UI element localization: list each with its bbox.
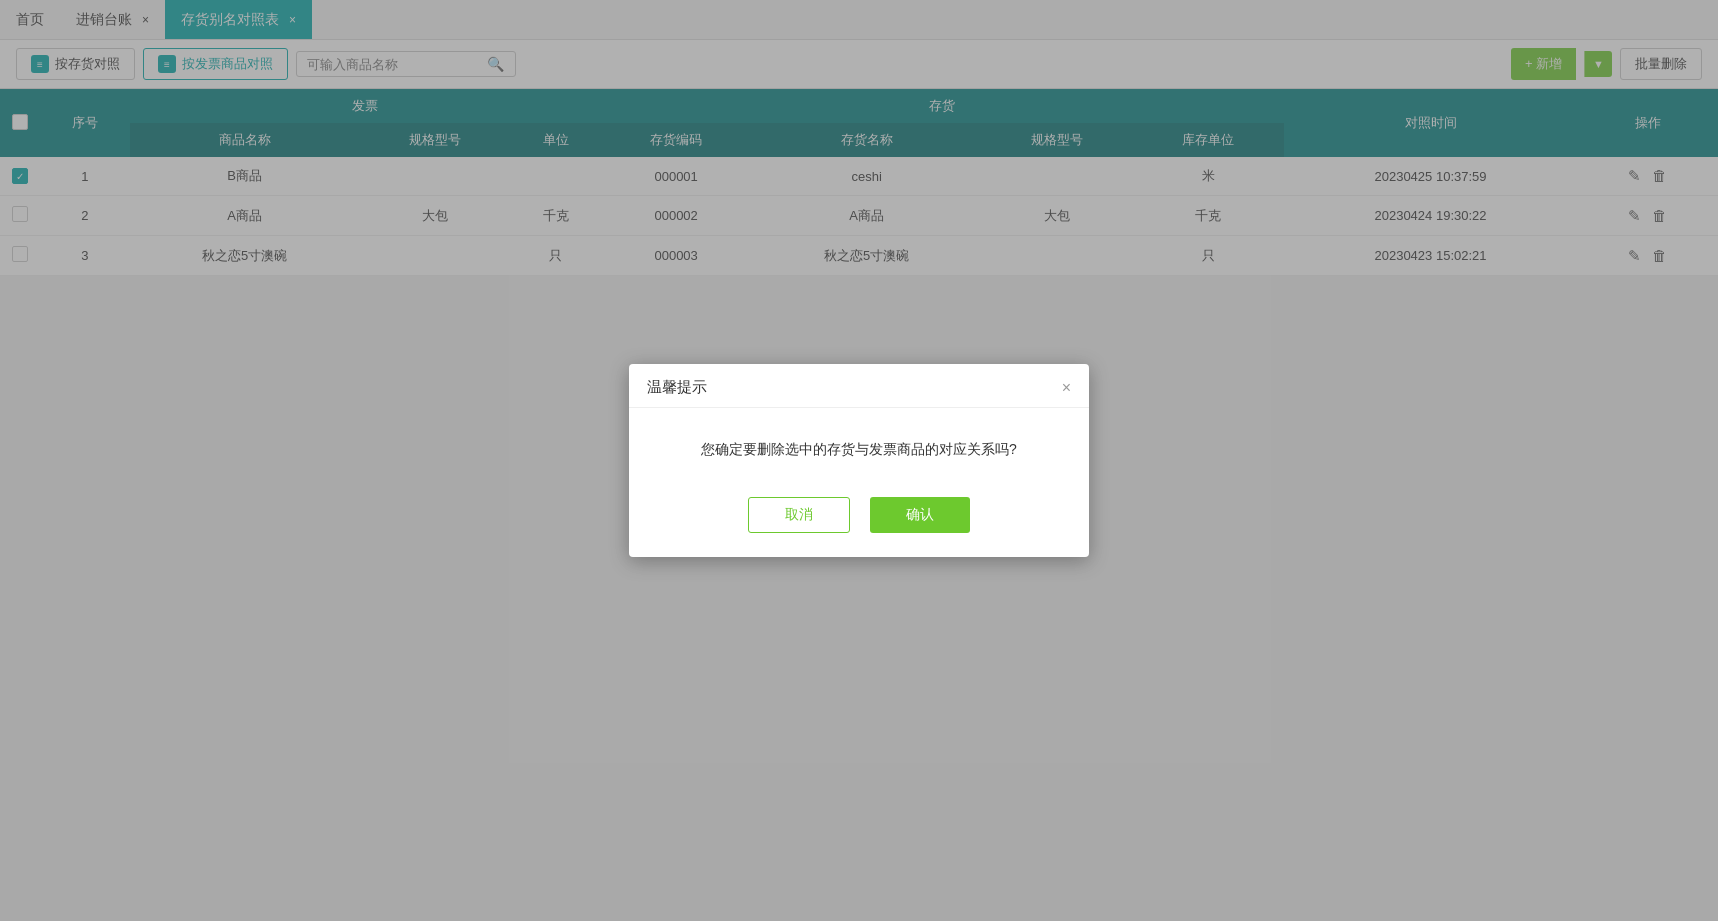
overlay: 温馨提示 × 您确定要删除选中的存货与发票商品的对应关系吗? 取消 确认 bbox=[0, 0, 1718, 276]
